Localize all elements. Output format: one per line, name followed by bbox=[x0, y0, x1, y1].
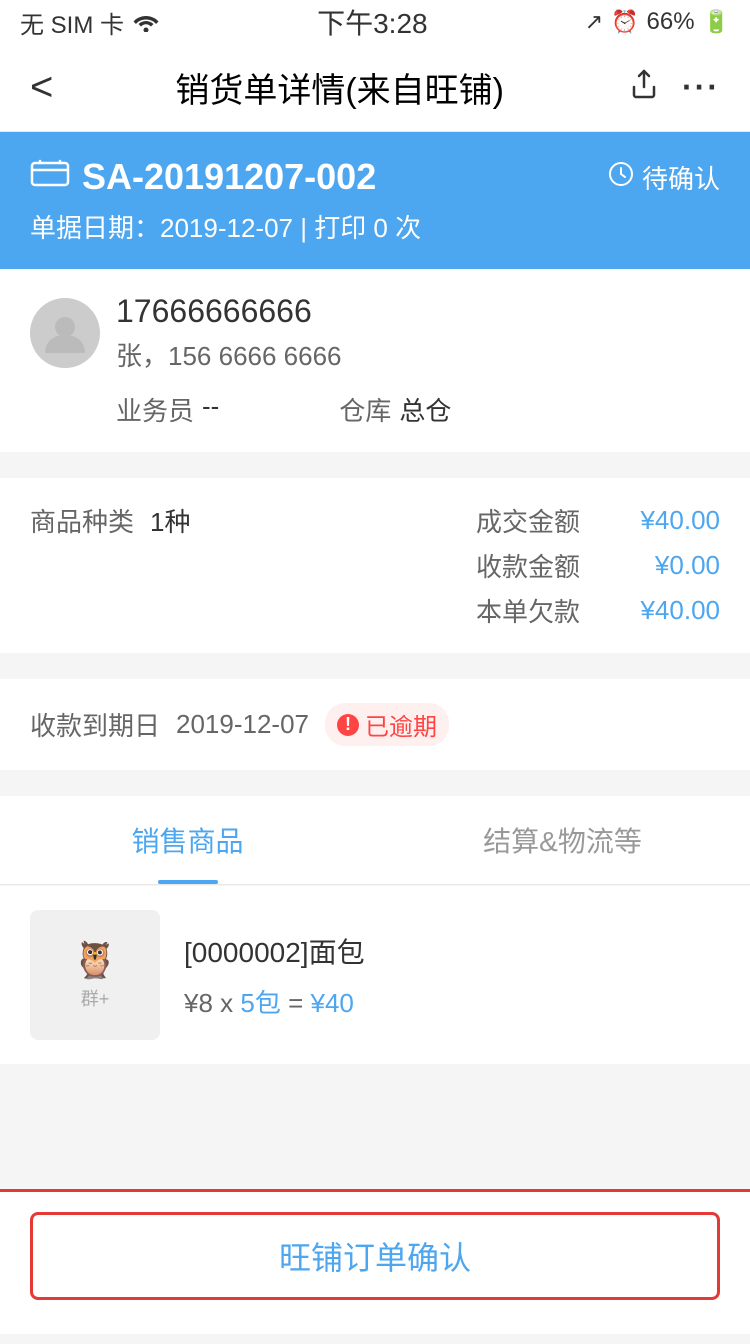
tab-sales-products[interactable]: 销售商品 bbox=[0, 796, 375, 884]
sales-person-value: -- bbox=[202, 391, 219, 428]
carrier-text: 无 SIM 卡 bbox=[20, 5, 124, 40]
sales-person-info: 业务员 -- bbox=[116, 391, 219, 428]
received-amount-value: ¥0.00 bbox=[600, 550, 720, 581]
product-name: [0000002]面包 bbox=[184, 931, 720, 971]
status-bar: 无 SIM 卡 下午3:28 ↗ ⏰ 66% 🔋 bbox=[0, 0, 750, 44]
nav-title: 销货单详情(来自旺铺) bbox=[175, 63, 504, 112]
deal-amount-label: 成交金额 bbox=[476, 502, 580, 539]
customer-section: 17666666666 张，156 6666 6666 业务员 -- 仓库 总仓 bbox=[0, 269, 750, 452]
avatar bbox=[30, 298, 100, 368]
share-icon[interactable] bbox=[626, 65, 662, 110]
owed-amount-value: ¥40.00 bbox=[600, 595, 720, 626]
product-info: [0000002]面包 ¥8 x 5包 = ¥40 bbox=[184, 931, 720, 1020]
sales-person-label: 业务员 bbox=[116, 391, 194, 428]
battery-icon: 🔋 bbox=[703, 9, 730, 35]
product-types-value: 1种 bbox=[150, 502, 190, 539]
due-date-value: 2019-12-07 bbox=[176, 709, 309, 740]
summary-section: 商品种类 1种 成交金额 ¥40.00 收款金额 ¥0.00 本单欠款 ¥40.… bbox=[0, 478, 750, 653]
bottom-action-bar: 旺铺订单确认 bbox=[0, 1189, 750, 1334]
status-time: 下午3:28 bbox=[317, 2, 428, 42]
unit-price: ¥8 bbox=[184, 988, 213, 1018]
order-date-meta: 单据日期：2019-12-07 | 打印 0 次 bbox=[30, 208, 720, 245]
product-price: ¥8 x 5包 = ¥40 bbox=[184, 983, 720, 1020]
equals-sign: = bbox=[288, 988, 303, 1018]
location-icon: ↗ bbox=[585, 9, 603, 35]
divider-3 bbox=[0, 780, 750, 796]
clock-icon bbox=[608, 161, 634, 194]
status-right-area: ↗ ⏰ 66% 🔋 bbox=[585, 8, 730, 36]
product-thumb-brand: 群+ bbox=[81, 985, 110, 1011]
tabs: 销售商品 结算&物流等 bbox=[0, 796, 750, 885]
order-id: SA-20191207-002 bbox=[30, 156, 376, 198]
alarm-icon: ⏰ bbox=[611, 9, 638, 35]
received-amount-label: 收款金额 bbox=[476, 547, 580, 584]
overdue-text: 已逾期 bbox=[365, 707, 437, 742]
divider-2 bbox=[0, 663, 750, 679]
order-icon bbox=[30, 156, 70, 198]
more-icon[interactable]: ··· bbox=[682, 69, 720, 106]
back-button[interactable]: < bbox=[30, 65, 53, 110]
multiply-sign: x bbox=[220, 988, 233, 1018]
due-date-label: 收款到期日 bbox=[30, 706, 160, 743]
nav-bar: < 销货单详情(来自旺铺) ··· bbox=[0, 44, 750, 132]
owed-amount-label: 本单欠款 bbox=[476, 592, 580, 629]
tab-settlement[interactable]: 结算&物流等 bbox=[375, 796, 750, 884]
warehouse-label: 仓库 bbox=[339, 391, 391, 428]
warehouse-info: 仓库 总仓 bbox=[339, 391, 451, 428]
product-item: 🦉 群+ [0000002]面包 ¥8 x 5包 = ¥40 bbox=[30, 910, 720, 1040]
customer-phone: 17666666666 bbox=[116, 293, 342, 330]
received-amount-row: 收款金额 ¥0.00 bbox=[476, 547, 720, 584]
confirm-order-button[interactable]: 旺铺订单确认 bbox=[30, 1212, 720, 1300]
battery-text: 66% bbox=[647, 8, 695, 36]
total-price: ¥40 bbox=[311, 988, 354, 1018]
product-thumb-logo: 🦉 bbox=[73, 939, 118, 981]
overdue-badge: ! 已逾期 bbox=[325, 703, 449, 746]
quantity: 5包 bbox=[240, 988, 280, 1018]
deal-amount-row: 成交金额 ¥40.00 bbox=[476, 502, 720, 539]
due-date-section: 收款到期日 2019-12-07 ! 已逾期 bbox=[0, 679, 750, 770]
order-header-card: SA-20191207-002 待确认 单据日期：2019-12-07 | 打印… bbox=[0, 132, 750, 269]
overdue-icon: ! bbox=[337, 714, 359, 736]
deal-amount-value: ¥40.00 bbox=[600, 505, 720, 536]
divider-1 bbox=[0, 462, 750, 478]
product-list: 🦉 群+ [0000002]面包 ¥8 x 5包 = ¥40 bbox=[0, 886, 750, 1064]
owed-amount-row: 本单欠款 ¥40.00 bbox=[476, 592, 720, 629]
status-carrier: 无 SIM 卡 bbox=[20, 5, 160, 40]
order-status: 待确认 bbox=[608, 159, 720, 196]
product-thumbnail: 🦉 群+ bbox=[30, 910, 160, 1040]
customer-name: 张，156 6666 6666 bbox=[116, 336, 342, 373]
warehouse-value: 总仓 bbox=[399, 391, 451, 428]
wifi-icon bbox=[132, 12, 160, 32]
product-types-label: 商品种类 bbox=[30, 502, 134, 539]
nav-actions: ··· bbox=[626, 65, 720, 110]
